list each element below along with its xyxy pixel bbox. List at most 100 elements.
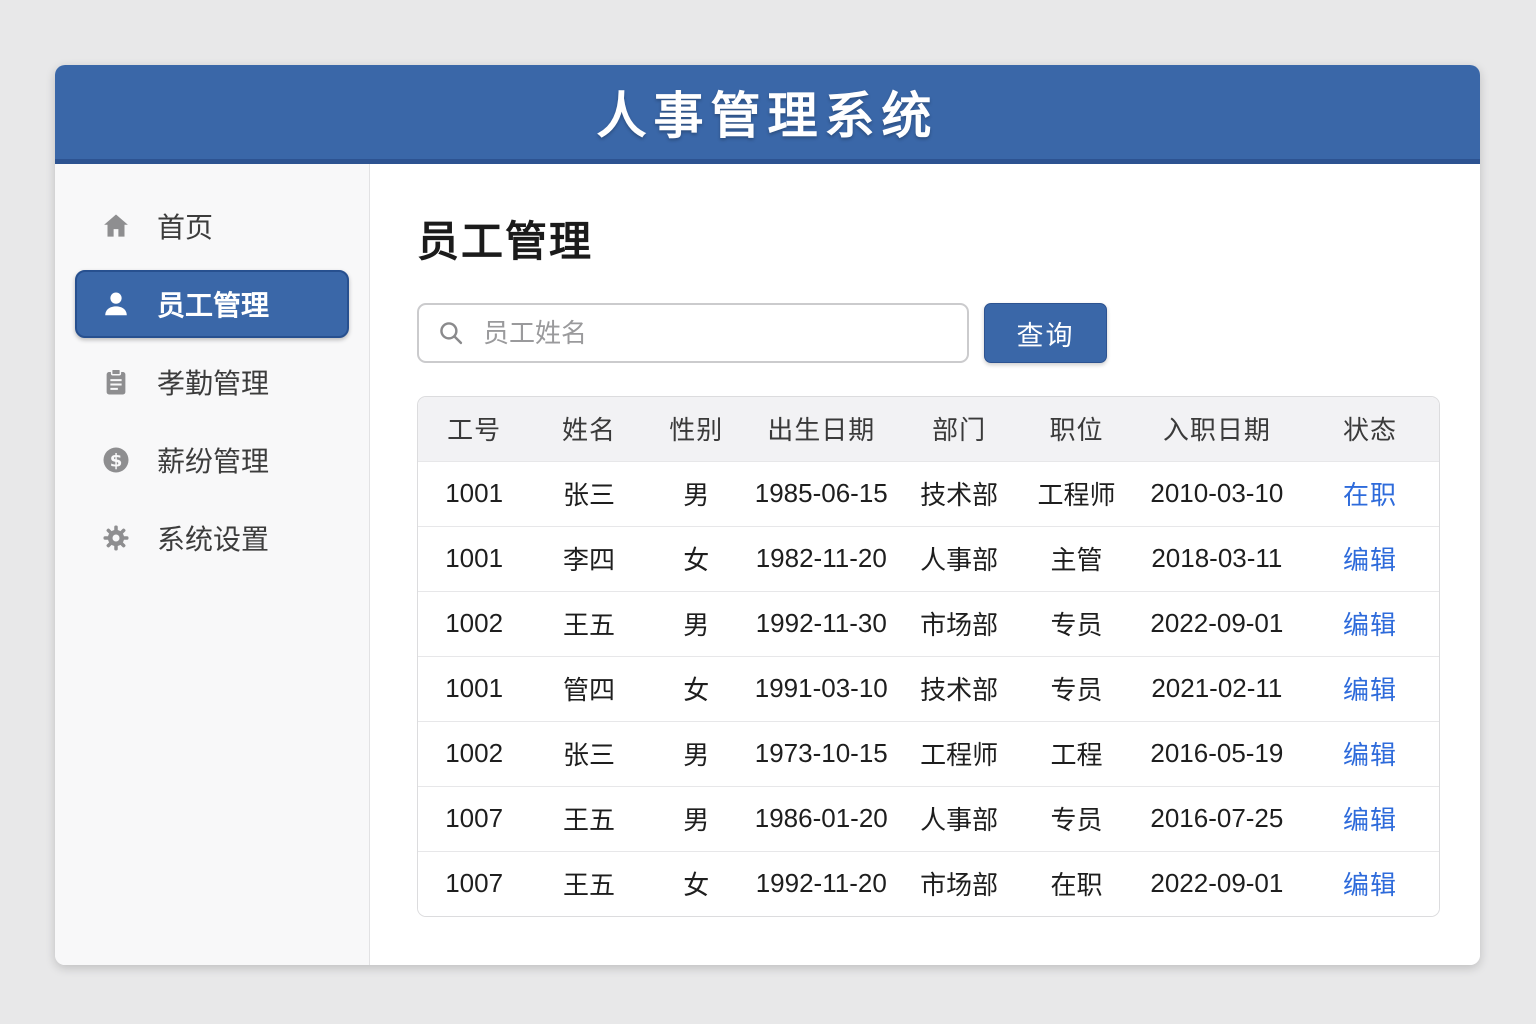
- column-header-emp-id: 工号: [418, 397, 531, 461]
- search-box: [417, 303, 969, 363]
- cell-hire-date: 2022-09-01: [1132, 850, 1302, 916]
- cell-position: 专员: [1020, 590, 1133, 656]
- sidebar-item-user[interactable]: 员工管理: [75, 270, 349, 338]
- edit-link[interactable]: 编辑: [1301, 590, 1439, 656]
- table-body: 1001 张三男 1985-06-15 技术部 工程师 2010-03-10 在职 1001 李…: [418, 460, 1439, 916]
- sidebar-nav: 首页员工管理孝勤管理 $ 薪纷管理系统设置: [55, 192, 369, 572]
- cell-birth-date: 1992-11-20: [744, 850, 898, 916]
- cell-emp-id: 1001: [418, 525, 531, 591]
- edit-link[interactable]: 编辑: [1301, 655, 1439, 721]
- cell-gender: 男: [647, 720, 745, 786]
- svg-text:$: $: [110, 451, 123, 472]
- column-header-hire-date: 入职日期: [1132, 397, 1302, 461]
- edit-link[interactable]: 编辑: [1301, 720, 1439, 786]
- cell-hire-date: 2016-05-19: [1132, 720, 1302, 786]
- cell-position: 主管: [1020, 525, 1133, 591]
- sidebar-item-label: 系统设置: [157, 524, 270, 555]
- cell-name: 张三: [530, 460, 648, 526]
- cell-department: 技术部: [897, 460, 1021, 526]
- column-header-birth-date: 出生日期: [744, 397, 898, 461]
- cell-department: 工程师: [897, 720, 1021, 786]
- cell-gender: 男: [647, 785, 745, 851]
- app-window: 人事管理系统 首页员工管理孝勤管理 $ 薪纷管理系统设置 员工管理 查询: [55, 65, 1480, 965]
- cell-gender: 男: [647, 460, 745, 526]
- search-icon: [437, 319, 465, 347]
- cell-name: 管四: [530, 655, 648, 721]
- cell-position: 专员: [1020, 785, 1133, 851]
- cell-name: 王五: [530, 590, 648, 656]
- table-row: 1001 李四女 1982-11-20 人事部 主管 2018-03-11 编辑: [418, 525, 1439, 591]
- sidebar-item-dollar[interactable]: $ 薪纷管理: [75, 426, 349, 494]
- search-row: 查询: [417, 303, 1440, 363]
- table-row: 1002 王五男 1992-11-30 市场部 专员 2022-09-01 编辑: [418, 590, 1439, 656]
- column-header-position: 职位: [1020, 397, 1133, 461]
- column-header-status: 状态: [1301, 397, 1439, 461]
- home-icon: [101, 211, 131, 241]
- dollar-icon: $: [101, 445, 131, 475]
- table-row: 1007 王五男 1986-01-20 人事部 专员 2016-07-25 编辑: [418, 785, 1439, 851]
- cell-emp-id: 1007: [418, 785, 531, 851]
- cell-gender: 女: [647, 525, 745, 591]
- sidebar-item-label: 孝勤管理: [157, 368, 270, 399]
- cell-hire-date: 2018-03-11: [1132, 525, 1302, 591]
- edit-link[interactable]: 编辑: [1301, 785, 1439, 851]
- app-body: 首页员工管理孝勤管理 $ 薪纷管理系统设置 员工管理 查询: [55, 164, 1480, 965]
- cell-gender: 男: [647, 590, 745, 656]
- cell-department: 人事部: [897, 785, 1021, 851]
- cell-birth-date: 1982-11-20: [744, 525, 898, 591]
- employee-table: 工号 姓名 性别 出生日期 部门 职位 入职日期 状态 1001 张三男 1985-06-15 技术…: [417, 396, 1440, 917]
- cell-name: 李四: [530, 525, 648, 591]
- cell-position: 工程师: [1020, 460, 1133, 526]
- search-input[interactable]: [417, 303, 969, 363]
- cell-name: 王五: [530, 785, 648, 851]
- cell-name: 王五: [530, 850, 648, 916]
- table-row: 1007 王五女 1992-11-20 市场部 在职 2022-09-01 编辑: [418, 850, 1439, 916]
- query-button[interactable]: 查询: [984, 303, 1107, 363]
- column-header-name: 姓名: [530, 397, 648, 461]
- cell-hire-date: 2010-03-10: [1132, 460, 1302, 526]
- table-row: 1002 张三男 1973-10-15 工程师 工程 2016-05-19 编辑: [418, 720, 1439, 786]
- cell-name: 张三: [530, 720, 648, 786]
- edit-link[interactable]: 编辑: [1301, 525, 1439, 591]
- employee-table-grid: 工号 姓名 性别 出生日期 部门 职位 入职日期 状态 1001 张三男 1985-06-15 技术…: [418, 397, 1439, 916]
- cell-gender: 女: [647, 850, 745, 916]
- cell-hire-date: 2016-07-25: [1132, 785, 1302, 851]
- cell-emp-id: 1007: [418, 850, 531, 916]
- cell-position: 工程: [1020, 720, 1133, 786]
- status-text: 在职: [1301, 460, 1439, 526]
- edit-link[interactable]: 编辑: [1301, 850, 1439, 916]
- sidebar-item-label: 薪纷管理: [157, 446, 270, 477]
- cell-emp-id: 1002: [418, 590, 531, 656]
- cell-hire-date: 2022-09-01: [1132, 590, 1302, 656]
- cell-department: 市场部: [897, 850, 1021, 916]
- app-header: 人事管理系统: [55, 65, 1480, 164]
- cell-birth-date: 1991-03-10: [744, 655, 898, 721]
- table-row: 1001 张三男 1985-06-15 技术部 工程师 2010-03-10 在职: [418, 460, 1439, 526]
- cell-department: 技术部: [897, 655, 1021, 721]
- sidebar-item-clipboard[interactable]: 孝勤管理: [75, 348, 349, 416]
- cell-department: 市场部: [897, 590, 1021, 656]
- sidebar: 首页员工管理孝勤管理 $ 薪纷管理系统设置: [55, 164, 370, 965]
- app-title: 人事管理系统: [596, 88, 939, 144]
- cell-emp-id: 1001: [418, 460, 531, 526]
- main-content: 员工管理 查询: [370, 164, 1480, 965]
- cell-department: 人事部: [897, 525, 1021, 591]
- sidebar-item-home[interactable]: 首页: [75, 192, 349, 260]
- cell-birth-date: 1992-11-30: [744, 590, 898, 656]
- table-header-row: 工号 姓名 性别 出生日期 部门 职位 入职日期 状态: [418, 397, 1439, 461]
- user-icon: [101, 289, 131, 319]
- sidebar-item-label: 首页: [157, 212, 214, 243]
- clipboard-icon: [101, 367, 131, 397]
- column-header-gender: 性别: [647, 397, 745, 461]
- cell-emp-id: 1001: [418, 655, 531, 721]
- gear-icon: [101, 523, 131, 553]
- cell-birth-date: 1986-01-20: [744, 785, 898, 851]
- sidebar-item-label: 员工管理: [157, 290, 270, 321]
- cell-position: 专员: [1020, 655, 1133, 721]
- cell-gender: 女: [647, 655, 745, 721]
- cell-birth-date: 1973-10-15: [744, 720, 898, 786]
- cell-position: 在职: [1020, 850, 1133, 916]
- cell-birth-date: 1985-06-15: [744, 460, 898, 526]
- cell-hire-date: 2021-02-11: [1132, 655, 1302, 721]
- sidebar-item-gear[interactable]: 系统设置: [75, 504, 349, 572]
